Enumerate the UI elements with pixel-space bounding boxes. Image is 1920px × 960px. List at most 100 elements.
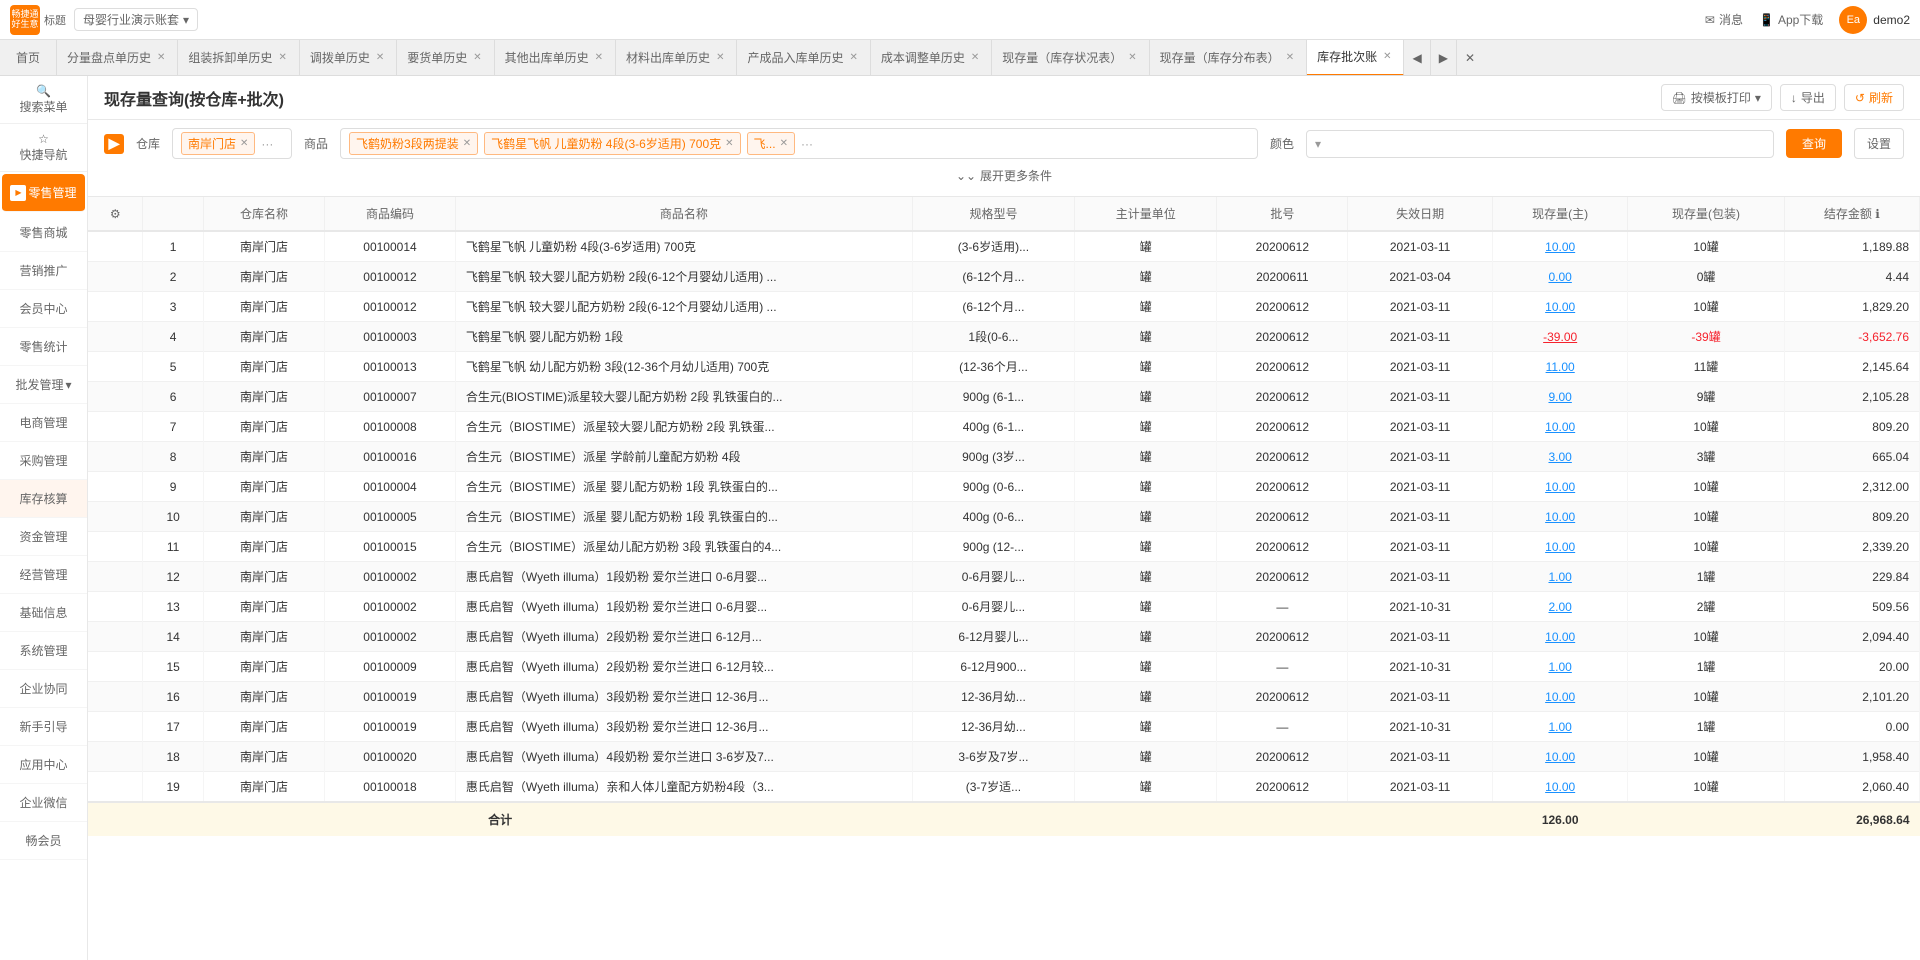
user-area[interactable]: Ea demo2: [1839, 6, 1910, 34]
tab-other-out-history[interactable]: 其他出库单历史 ✕: [495, 40, 616, 76]
sidebar-item-purchase[interactable]: 采购管理: [0, 442, 87, 480]
product-filter-container[interactable]: 飞鹤奶粉3段两提装 ✕ 飞鹤星飞帆 儿童奶粉 4段(3-6岁适用) 700克 ✕…: [340, 128, 1258, 159]
row-warehouse: 南岸门店: [203, 742, 324, 772]
sidebar-item-vip-member[interactable]: 畅会员: [0, 822, 87, 860]
tab-close-icon[interactable]: ✕: [1284, 50, 1296, 65]
tab-label: 组装拆卸单历史: [188, 49, 272, 66]
row-balance: 809.20: [1784, 412, 1919, 442]
sidebar-item-finance[interactable]: 资金管理: [0, 518, 87, 556]
sidebar-item-retail[interactable]: ▶ 零售管理: [2, 174, 85, 212]
tab-stock-status[interactable]: 现存量（库存状况表） ✕: [992, 40, 1149, 76]
row-balance: 0.00: [1784, 712, 1919, 742]
tab-nav-next[interactable]: ▶: [1431, 40, 1457, 76]
tab-transfer-history[interactable]: 调拨单历史 ✕: [300, 40, 397, 76]
chevron-down-icon: ⌄⌄: [956, 169, 976, 183]
row-expire: 2021-03-04: [1348, 262, 1493, 292]
tab-batch-ledger[interactable]: 库存批次账 ✕: [1307, 40, 1404, 76]
tab-close-icon[interactable]: ✕: [593, 50, 605, 65]
tab-close-icon[interactable]: ✕: [471, 50, 483, 65]
filter-dots[interactable]: ···: [261, 137, 273, 151]
table-row: 14 南岸门店 00100002 惠氏启智（Wyeth illuma）2段奶粉 …: [88, 622, 1920, 652]
row-name: 惠氏启智（Wyeth illuma）4段奶粉 爱尔兰进口 3-6岁及7...: [455, 742, 912, 772]
sidebar-item-operation[interactable]: 经营管理: [0, 556, 87, 594]
row-batch: —: [1217, 592, 1348, 622]
tab-close-icon[interactable]: ✕: [969, 50, 981, 65]
expand-label: 展开更多条件: [980, 167, 1052, 184]
chevron-down-icon: ▾: [1755, 91, 1761, 105]
product-filter-dots[interactable]: ···: [801, 137, 813, 151]
color-filter-container[interactable]: ▾: [1306, 130, 1774, 158]
tab-stock-dist[interactable]: 现存量（库存分布表） ✕: [1150, 40, 1307, 76]
warehouse-filter-container[interactable]: 南岸门店 ✕ ···: [172, 128, 292, 159]
refresh-btn[interactable]: ↺ 刷新: [1844, 84, 1904, 111]
row-name: 飞鹤星飞帆 较大婴儿配方奶粉 2段(6-12个月婴幼儿适用) ...: [455, 292, 912, 322]
product-tag-more-close[interactable]: ✕: [780, 138, 788, 149]
breadcrumb-selector[interactable]: 母婴行业演示账套 ▾: [74, 8, 198, 31]
query-btn[interactable]: 查询: [1786, 129, 1842, 158]
sidebar-item-corp-wechat[interactable]: 企业微信: [0, 784, 87, 822]
tab-close-icon[interactable]: ✕: [714, 50, 726, 65]
tab-close-all[interactable]: ✕: [1457, 40, 1483, 76]
warehouse-tag-close[interactable]: ✕: [240, 138, 248, 149]
sidebar-item-basic-info[interactable]: 基础信息: [0, 594, 87, 632]
sidebar-search[interactable]: 🔍 搜索菜单: [0, 76, 87, 124]
sidebar-item-collab[interactable]: 企业协同: [0, 670, 87, 708]
row-warehouse: 南岸门店: [203, 652, 324, 682]
tab-home[interactable]: 首页: [0, 40, 57, 76]
row-qty-main: 0.00: [1493, 262, 1628, 292]
message-btn[interactable]: ✉ 消息: [1705, 11, 1743, 28]
filter-expand-row: ⌄⌄ 展开更多条件: [104, 159, 1904, 188]
page-title: 现存量查询(按仓库+批次): [104, 86, 284, 110]
sidebar-search-label: 搜索菜单: [6, 98, 81, 115]
tab-req-history[interactable]: 要货单历史 ✕: [397, 40, 494, 76]
sidebar-item-marketing[interactable]: 营销推广: [0, 252, 87, 290]
row-qty-pkg: 10罐: [1628, 622, 1784, 652]
sidebar-item-member[interactable]: 会员中心: [0, 290, 87, 328]
sidebar-quick[interactable]: ☆ 快捷导航: [0, 124, 87, 172]
tab-close-icon[interactable]: ✕: [847, 50, 859, 65]
row-batch: —: [1217, 712, 1348, 742]
row-qty-main: 1.00: [1493, 562, 1628, 592]
tab-close-icon[interactable]: ✕: [155, 50, 167, 65]
tab-disassemble-history[interactable]: 组装拆卸单历史 ✕: [178, 40, 299, 76]
tab-close-icon[interactable]: ✕: [1126, 50, 1138, 65]
row-expire: 2021-03-11: [1348, 292, 1493, 322]
product-tag-2-close[interactable]: ✕: [725, 138, 733, 149]
tab-product-in-history[interactable]: 产成品入库单历史 ✕: [737, 40, 870, 76]
sidebar-item-ecommerce[interactable]: 电商管理: [0, 404, 87, 442]
row-warehouse: 南岸门店: [203, 262, 324, 292]
tab-cost-adjust-history[interactable]: 成本调整单历史 ✕: [871, 40, 992, 76]
sidebar-item-app-center[interactable]: 应用中心: [0, 746, 87, 784]
sidebar-item-system[interactable]: 系统管理: [0, 632, 87, 670]
row-code: 00100020: [325, 742, 456, 772]
tab-close-icon[interactable]: ✕: [1381, 49, 1393, 64]
row-unit: 罐: [1075, 742, 1217, 772]
tab-close-icon[interactable]: ✕: [374, 50, 386, 65]
sidebar-item-retail-stat[interactable]: 零售统计: [0, 328, 87, 366]
expand-conditions-btn[interactable]: ⌄⌄ 展开更多条件: [948, 163, 1060, 188]
row-qty-pkg: 10罐: [1628, 682, 1784, 712]
tab-material-out-history[interactable]: 材料出库单历史 ✕: [616, 40, 737, 76]
row-balance: 1,958.40: [1784, 742, 1919, 772]
row-warehouse: 南岸门店: [203, 532, 324, 562]
row-warehouse: 南岸门店: [203, 502, 324, 532]
app-download-btn[interactable]: 📱 App下载: [1759, 11, 1823, 28]
product-tag-more: 飞... ✕: [747, 132, 795, 155]
product-tag-1-close[interactable]: ✕: [463, 138, 471, 149]
tab-close-icon[interactable]: ✕: [276, 50, 288, 65]
tab-nav-prev[interactable]: ◀: [1404, 40, 1430, 76]
table-row: 7 南岸门店 00100008 合生元（BIOSTIME）派星较大婴儿配方奶粉 …: [88, 412, 1920, 442]
sidebar-item-inventory[interactable]: 库存核算: [0, 480, 87, 518]
row-expand: [88, 652, 143, 682]
sidebar-item-guide[interactable]: 新手引导: [0, 708, 87, 746]
tab-split-history[interactable]: 分量盘点单历史 ✕: [57, 40, 178, 76]
export-btn[interactable]: ↓ 导出: [1780, 84, 1836, 111]
print-btn[interactable]: 🖨 按模板打印 ▾: [1661, 84, 1772, 111]
sidebar-item-wholesale[interactable]: 批发管理 ▾: [0, 366, 87, 404]
filter-expand-btn[interactable]: ▶: [104, 134, 124, 154]
table-row: 19 南岸门店 00100018 惠氏启智（Wyeth illuma）亲和人体儿…: [88, 772, 1920, 803]
sidebar-item-retail-shop[interactable]: 零售商城: [0, 214, 87, 252]
th-settings[interactable]: ⚙: [88, 197, 143, 231]
settings-btn[interactable]: 设置: [1854, 128, 1904, 159]
sidebar-quick-label: 快捷导航: [6, 146, 81, 163]
